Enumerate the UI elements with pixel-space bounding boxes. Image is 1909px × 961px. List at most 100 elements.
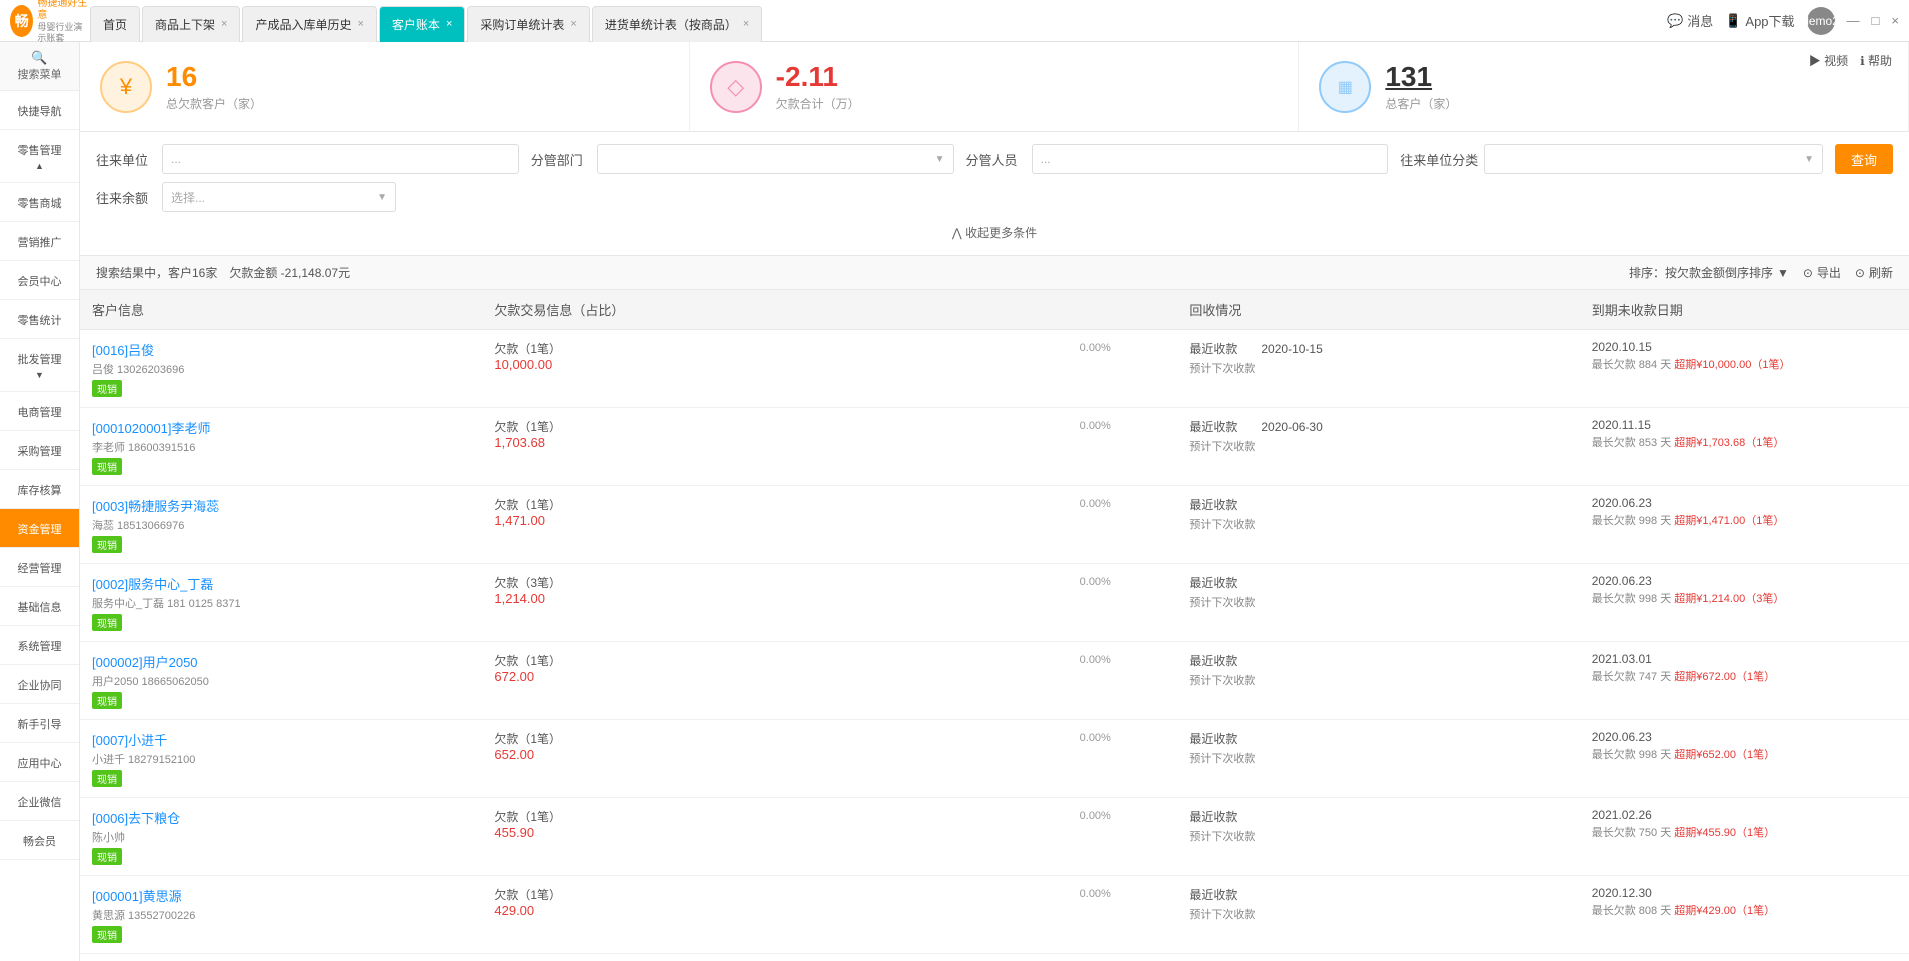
customer-name-1[interactable]: [0001020001]李老师 <box>92 418 470 437</box>
stat-value-debt: -2.11 <box>776 61 860 93</box>
sidebar-item-app-center[interactable]: 应用中心 <box>0 743 79 782</box>
sidebar-item-membership[interactable]: 会员中心 <box>0 261 79 300</box>
sidebar-item-chang-member[interactable]: 畅会员 <box>0 821 79 860</box>
tab-purchase-stats-product[interactable]: 进货单统计表（按商品） × <box>592 6 762 42</box>
cell-customer-2: [0003]畅捷服务尹海蕊 海蕊 18513066976 现销 <box>80 486 482 564</box>
customer-name-6[interactable]: [0006]去下粮仓 <box>92 808 470 827</box>
cell-due-4: 2021.03.01 最长欠款 747 天 超期¥672.00（1笔） <box>1580 642 1909 720</box>
sidebar-item-basic-info[interactable]: 基础信息 <box>0 587 79 626</box>
collapse-row[interactable]: ⋀ 收起更多条件 <box>96 220 1893 249</box>
app-download-button[interactable]: 📱 App下载 <box>1725 11 1794 30</box>
video-icon: ▶ <box>1809 54 1821 68</box>
tab-customer-account[interactable]: 客户账本 × <box>379 6 465 42</box>
tab-product-listing[interactable]: 商品上下架 × <box>142 6 240 42</box>
sidebar-item-enterprise-wechat[interactable]: 企业微信 <box>0 782 79 821</box>
overdue-amount-7[interactable]: 超期¥429.00（1笔） <box>1674 905 1775 917</box>
sidebar-item-ecommerce[interactable]: 电商管理 <box>0 392 79 431</box>
customer-name-7[interactable]: [000001]黄思源 <box>92 886 470 905</box>
sidebar-item-finance[interactable]: 资金管理 <box>0 509 79 548</box>
stat-icon-diamond: ◇ <box>710 61 762 113</box>
maximize-button[interactable]: □ <box>1872 13 1880 28</box>
overdue-amount-0[interactable]: 超期¥10,000.00（1笔） <box>1674 359 1790 371</box>
filter-category-input[interactable]: ▼ <box>1484 144 1823 174</box>
filter-area: 往来单位 ... 分管部门 ▼ 分管人员 ... <box>80 132 1909 256</box>
overdue-amount-5[interactable]: 超期¥652.00（1笔） <box>1674 749 1775 761</box>
sidebar-item-quick-nav[interactable]: 快捷导航 <box>0 91 79 130</box>
debt-amount-0[interactable]: 10,000.00 <box>494 357 1055 372</box>
debt-amount-2[interactable]: 1,471.00 <box>494 513 1055 528</box>
video-help-button[interactable]: ▶ 视频 <box>1809 52 1848 69</box>
close-button[interactable]: × <box>1891 13 1899 28</box>
help-button[interactable]: ℹ 帮助 <box>1860 52 1892 69</box>
customer-name-3[interactable]: [0002]服务中心_丁磊 <box>92 574 470 593</box>
export-button[interactable]: ⊙ 导出 <box>1803 264 1841 281</box>
overdue-amount-2[interactable]: 超期¥1,471.00（1笔） <box>1674 515 1784 527</box>
sidebar-item-marketing[interactable]: 营销推广 <box>0 222 79 261</box>
overdue-days-6: 最长欠款 750 天 超期¥455.90（1笔） <box>1592 824 1897 840</box>
tab-warehouse-history[interactable]: 产成品入库单历史 × <box>242 6 376 42</box>
sidebar-search[interactable]: 🔍 搜索菜单 <box>0 42 79 91</box>
due-date-7: 2020.12.30 <box>1592 886 1897 900</box>
result-summary-text: 搜索结果中，客户16家 欠款金额 -21,148.07元 <box>96 264 350 281</box>
overdue-amount-3[interactable]: 超期¥1,214.00（3笔） <box>1674 593 1784 605</box>
search-button[interactable]: 查询 <box>1835 144 1893 174</box>
customer-phone-0: 吕俊 13026203696 <box>92 361 470 377</box>
stat-info-debt: -2.11 欠款合计（万） <box>776 61 860 112</box>
last-payment-4: 最近收款 <box>1189 652 1567 669</box>
debt-desc-4: 欠款（1笔） <box>494 652 1055 669</box>
sidebar-item-retail-mall[interactable]: 零售商城 <box>0 183 79 222</box>
debt-amount-3[interactable]: 1,214.00 <box>494 591 1055 606</box>
top-right: 💬 消息 📱 App下载 demo2 — □ × <box>1667 7 1899 35</box>
close-tab-3[interactable]: × <box>446 18 452 30</box>
filter-person-input[interactable]: ... <box>1032 144 1389 174</box>
col-header-recovery: 回收情况 <box>1177 290 1579 330</box>
filter-row-2: 往来余额 选择... ▼ <box>96 182 1893 212</box>
tab-home[interactable]: 首页 <box>90 6 140 42</box>
col-header-ratio <box>1068 290 1178 330</box>
minimize-button[interactable]: — <box>1847 13 1860 28</box>
close-tab-1[interactable]: × <box>221 18 227 30</box>
sidebar-item-inventory[interactable]: 库存核算 <box>0 470 79 509</box>
debt-amount-6[interactable]: 455.90 <box>494 825 1055 840</box>
cell-ratio-6: 0.00% <box>1068 798 1178 876</box>
overdue-amount-6[interactable]: 超期¥455.90（1笔） <box>1674 827 1775 839</box>
overdue-days-2: 最长欠款 998 天 超期¥1,471.00（1笔） <box>1592 512 1897 528</box>
overdue-amount-1[interactable]: 超期¥1,703.68（1笔） <box>1674 437 1784 449</box>
filter-department-input[interactable]: ▼ <box>597 144 954 174</box>
sidebar-item-wholesale-management[interactable]: 批发管理 ▼ <box>0 339 79 392</box>
person-dots: ... <box>1041 152 1051 166</box>
debt-amount-7[interactable]: 429.00 <box>494 903 1055 918</box>
customer-name-4[interactable]: [000002]用户2050 <box>92 652 470 671</box>
debt-amount-4[interactable]: 672.00 <box>494 669 1055 684</box>
overdue-amount-4[interactable]: 超期¥672.00（1笔） <box>1674 671 1775 683</box>
customer-name-2[interactable]: [0003]畅捷服务尹海蕊 <box>92 496 470 515</box>
customer-name-0[interactable]: [0016]吕俊 <box>92 340 470 359</box>
cell-recovery-6: 最近收款 预计下次收款 <box>1177 798 1579 876</box>
cell-debt-7: 欠款（1笔） 429.00 <box>482 876 1067 954</box>
filter-balance-select[interactable]: 选择... ▼ <box>162 182 396 212</box>
sidebar-item-purchase[interactable]: 采购管理 <box>0 431 79 470</box>
table-body: [0016]吕俊 吕俊 13026203696 现销 欠款（1笔） 10,000… <box>80 330 1909 954</box>
refresh-button[interactable]: ⊙ 刷新 <box>1855 264 1893 281</box>
sidebar-item-newbie-guide[interactable]: 新手引导 <box>0 704 79 743</box>
customer-phone-3: 服务中心_丁磊 181 0125 8371 <box>92 595 470 611</box>
customer-name-5[interactable]: [0007]小进千 <box>92 730 470 749</box>
close-tab-5[interactable]: × <box>743 18 749 30</box>
sidebar-item-operations[interactable]: 经营管理 <box>0 548 79 587</box>
cell-debt-6: 欠款（1笔） 455.90 <box>482 798 1067 876</box>
sidebar-item-system[interactable]: 系统管理 <box>0 626 79 665</box>
due-date-2: 2020.06.23 <box>1592 496 1897 510</box>
debt-amount-1[interactable]: 1,703.68 <box>494 435 1055 450</box>
sidebar-item-retail-stats[interactable]: 零售统计 <box>0 300 79 339</box>
avatar[interactable]: demo2 <box>1807 7 1835 35</box>
message-button[interactable]: 💬 消息 <box>1667 11 1713 30</box>
stat-icon-building: ▦ <box>1319 61 1371 113</box>
debt-amount-5[interactable]: 652.00 <box>494 747 1055 762</box>
sort-selector[interactable]: 排序：按欠款金额倒序排序 ▼ <box>1629 264 1789 281</box>
tab-purchase-order-stats[interactable]: 采购订单统计表 × <box>467 6 589 42</box>
sidebar-item-enterprise-collab[interactable]: 企业协同 <box>0 665 79 704</box>
sidebar-item-retail-management[interactable]: 零售管理 ▲ <box>0 130 79 183</box>
close-tab-4[interactable]: × <box>570 18 576 30</box>
close-tab-2[interactable]: × <box>357 18 363 30</box>
filter-counterparty-input[interactable]: ... <box>162 144 519 174</box>
